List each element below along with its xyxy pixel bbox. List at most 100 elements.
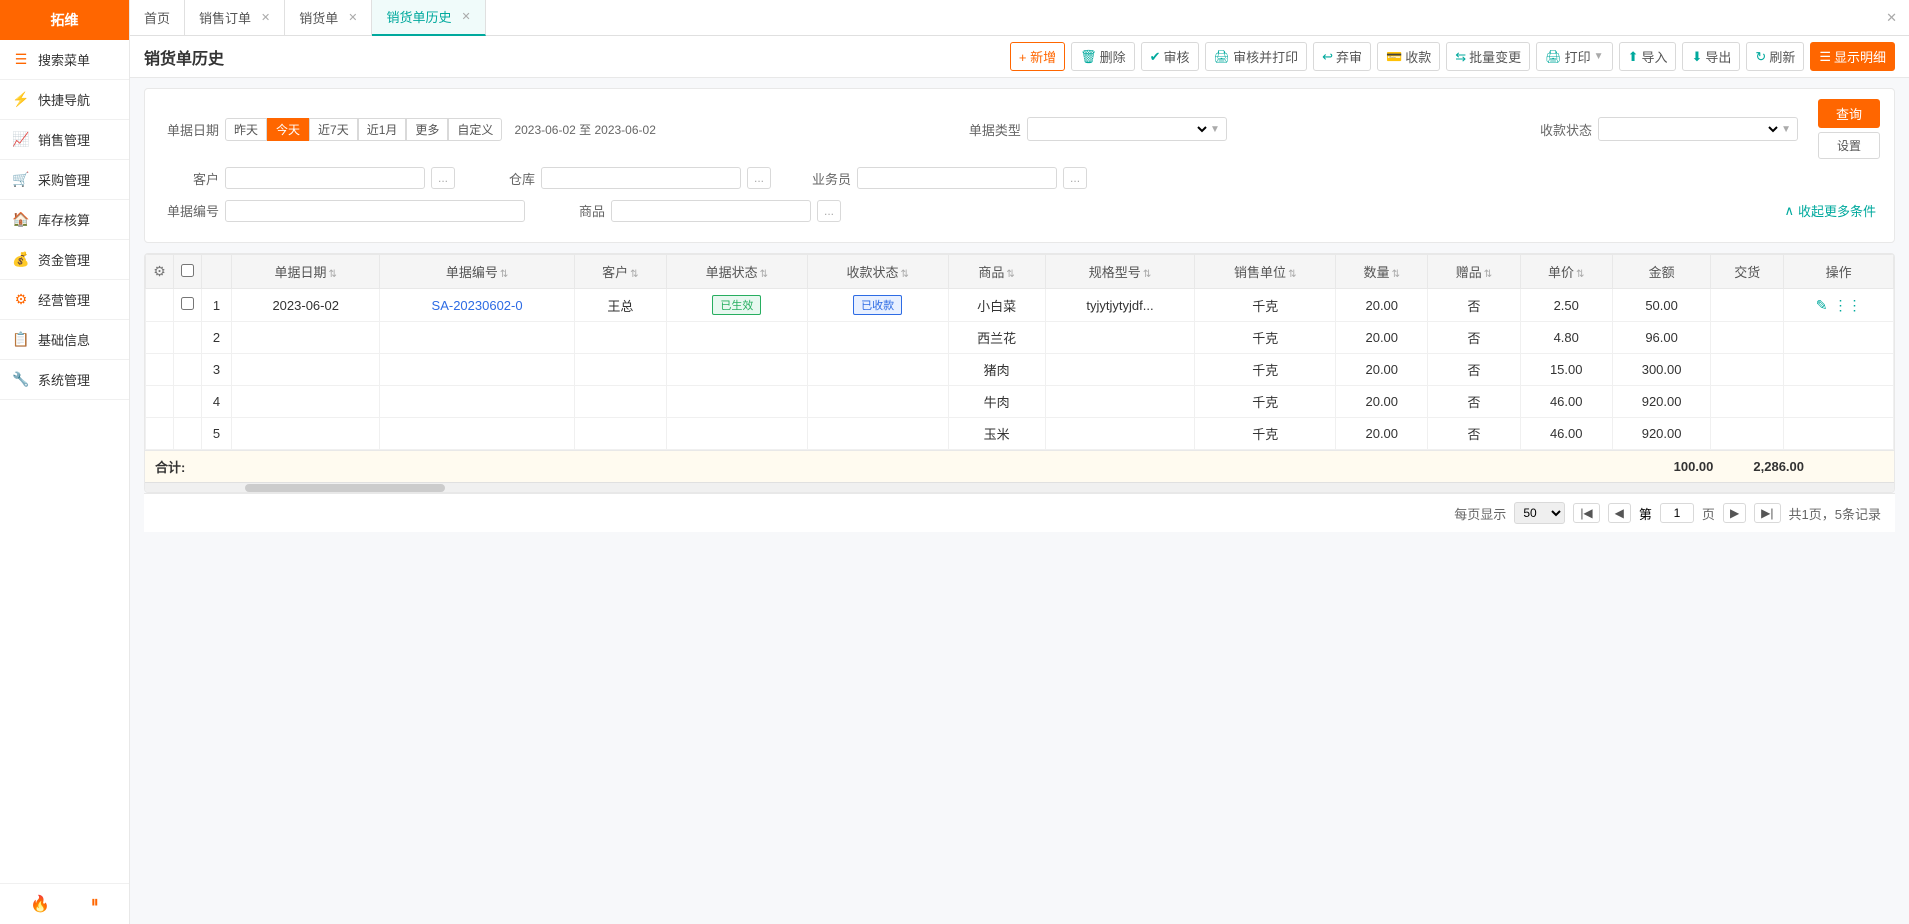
- set-button[interactable]: 设置: [1818, 132, 1880, 159]
- col-goods[interactable]: 商品⇅: [948, 255, 1045, 289]
- audit-button[interactable]: ✔ 审核: [1141, 42, 1199, 71]
- cell-collectstatus: [807, 386, 948, 418]
- page-last-btn[interactable]: ▶|: [1754, 503, 1780, 523]
- table-settings-icon[interactable]: ⚙: [153, 263, 166, 279]
- tab-sales-history[interactable]: 销货单历史 ✕: [372, 0, 485, 36]
- col-rownum: [202, 255, 232, 289]
- collect-button[interactable]: 💳 收款: [1377, 42, 1440, 71]
- audit-print-button[interactable]: 🖨 审核并打印: [1205, 42, 1308, 71]
- tab-sales-order[interactable]: 销售订单 ✕: [185, 0, 285, 36]
- sidebar-item-search-menu[interactable]: ☰ 搜索菜单: [0, 40, 129, 80]
- page-size-select[interactable]: 50 100 200: [1514, 502, 1565, 524]
- show-detail-icon: ☰: [1819, 49, 1831, 65]
- cell-goods: 小白菜: [948, 289, 1045, 322]
- cell-checkbox: [174, 289, 202, 322]
- sidebar-fire-icon[interactable]: 🔥: [30, 894, 50, 914]
- col-quantity[interactable]: 数量⇅: [1336, 255, 1428, 289]
- cell-checkbox: [174, 354, 202, 386]
- edit-icon[interactable]: ✎: [1816, 297, 1828, 314]
- batch-change-button[interactable]: ⇆ 批量变更: [1446, 42, 1530, 71]
- goods-input[interactable]: [611, 200, 811, 222]
- refresh-icon: ↻: [1755, 49, 1766, 65]
- customer-ellipsis-btn[interactable]: ...: [431, 167, 455, 189]
- page-next-btn[interactable]: ▶: [1723, 503, 1746, 523]
- page-first-btn[interactable]: |◀: [1573, 503, 1599, 523]
- row-checkbox[interactable]: [181, 297, 194, 310]
- collect-status-badge: 已收款: [853, 295, 902, 315]
- cell-unitprice: 46.00: [1520, 386, 1612, 418]
- cell-gift: 否: [1428, 386, 1520, 418]
- cell-goods: 牛肉: [948, 386, 1045, 418]
- collect-icon: 💳: [1386, 49, 1402, 65]
- query-button[interactable]: 查询: [1818, 99, 1880, 128]
- tab-home[interactable]: 首页: [130, 0, 185, 36]
- sidebar-item-basic-info[interactable]: 📋 基础信息: [0, 320, 129, 360]
- tab-sales-history-close[interactable]: ✕: [462, 10, 471, 23]
- cell-spectype: tyjytjytyjdf...: [1045, 289, 1195, 322]
- tab-home-label: 首页: [144, 8, 170, 27]
- salesperson-input[interactable]: [857, 167, 1057, 189]
- audit-button-label: 审核: [1164, 47, 1190, 66]
- doc-type-select-input[interactable]: [1034, 121, 1210, 137]
- cell-quantity: 20.00: [1336, 354, 1428, 386]
- sidebar-item-purchase-mgmt[interactable]: 🛒 采购管理: [0, 160, 129, 200]
- date-tab-1month[interactable]: 近1月: [358, 118, 407, 141]
- page-number-input[interactable]: [1660, 503, 1694, 523]
- col-unitprice[interactable]: 单价⇅: [1520, 255, 1612, 289]
- date-tab-7days[interactable]: 近7天: [309, 118, 358, 141]
- col-amount: 金额: [1612, 255, 1711, 289]
- col-docstatus[interactable]: 单据状态⇅: [666, 255, 807, 289]
- sidebar-item-finance-mgmt[interactable]: 💰 资金管理: [0, 240, 129, 280]
- doc-num-label: 单据编号: [159, 201, 219, 220]
- doc-num-link[interactable]: SA-20230602-0: [432, 298, 523, 313]
- abandon-button[interactable]: ↩ 弃审: [1313, 42, 1371, 71]
- warehouse-ellipsis-btn[interactable]: ...: [747, 167, 771, 189]
- sidebar-item-quick-nav[interactable]: ⚡ 快捷导航: [0, 80, 129, 120]
- table-scroll-thumb[interactable]: [245, 484, 445, 492]
- table-scrollbar[interactable]: [145, 482, 1894, 492]
- date-tab-yesterday[interactable]: 昨天: [225, 118, 267, 141]
- col-spectype[interactable]: 规格型号⇅: [1045, 255, 1195, 289]
- doc-type-select[interactable]: ▼: [1027, 117, 1227, 141]
- tab-close-all[interactable]: ✕: [1874, 10, 1909, 26]
- date-tab-more[interactable]: 更多: [406, 118, 448, 141]
- more-icon[interactable]: ⋮⋮: [1833, 297, 1861, 314]
- tab-sales-goods[interactable]: 销货单 ✕: [285, 0, 372, 36]
- goods-ellipsis-btn[interactable]: ...: [817, 200, 841, 222]
- sidebar-item-system-mgmt[interactable]: 🔧 系统管理: [0, 360, 129, 400]
- col-salesunit[interactable]: 销售单位⇅: [1195, 255, 1336, 289]
- warehouse-input[interactable]: [541, 167, 741, 189]
- print-button[interactable]: 🖨 打印 ▼: [1536, 42, 1612, 71]
- col-date[interactable]: 单据日期⇅: [232, 255, 380, 289]
- doc-status-badge: 已生效: [712, 295, 761, 315]
- col-docnum[interactable]: 单据编号⇅: [380, 255, 574, 289]
- page-prev-btn[interactable]: ◀: [1608, 503, 1631, 523]
- col-settings[interactable]: ⚙: [146, 255, 174, 289]
- select-all-checkbox[interactable]: [181, 264, 194, 277]
- export-button[interactable]: ⬇ 导出: [1682, 42, 1740, 71]
- date-tab-today[interactable]: 今天: [267, 118, 309, 141]
- doc-num-input[interactable]: [225, 200, 525, 222]
- collect-status-select[interactable]: ▼: [1598, 117, 1798, 141]
- col-collectstatus[interactable]: 收款状态⇅: [807, 255, 948, 289]
- show-detail-button[interactable]: ☰ 显示明细: [1810, 42, 1895, 71]
- import-button[interactable]: ⬆ 导入: [1619, 42, 1677, 71]
- tab-sales-goods-close[interactable]: ✕: [348, 11, 357, 24]
- refresh-button[interactable]: ↻ 刷新: [1746, 42, 1804, 71]
- tab-sales-order-close[interactable]: ✕: [261, 11, 270, 24]
- new-button[interactable]: + 新增: [1010, 42, 1065, 71]
- sidebar-item-operations-mgmt[interactable]: ⚙ 经营管理: [0, 280, 129, 320]
- sidebar-item-sales-mgmt[interactable]: 📈 销售管理: [0, 120, 129, 160]
- col-gift[interactable]: 赠品⇅: [1428, 255, 1520, 289]
- customer-input[interactable]: [225, 167, 425, 189]
- sidebar-pause-icon[interactable]: ⏸: [91, 894, 99, 914]
- collapse-conditions-btn[interactable]: ∧ 收起更多条件: [1780, 197, 1880, 224]
- collect-status-select-input[interactable]: [1605, 121, 1781, 137]
- delete-button[interactable]: 🗑 删除: [1071, 42, 1135, 71]
- salesperson-ellipsis-btn[interactable]: ...: [1063, 167, 1087, 189]
- cell-docnum: [380, 386, 574, 418]
- col-customer[interactable]: 客户⇅: [574, 255, 666, 289]
- sidebar-item-inventory[interactable]: 🏠 库存核算: [0, 200, 129, 240]
- date-tab-custom[interactable]: 自定义: [448, 118, 502, 141]
- cell-amount: 920.00: [1612, 418, 1711, 450]
